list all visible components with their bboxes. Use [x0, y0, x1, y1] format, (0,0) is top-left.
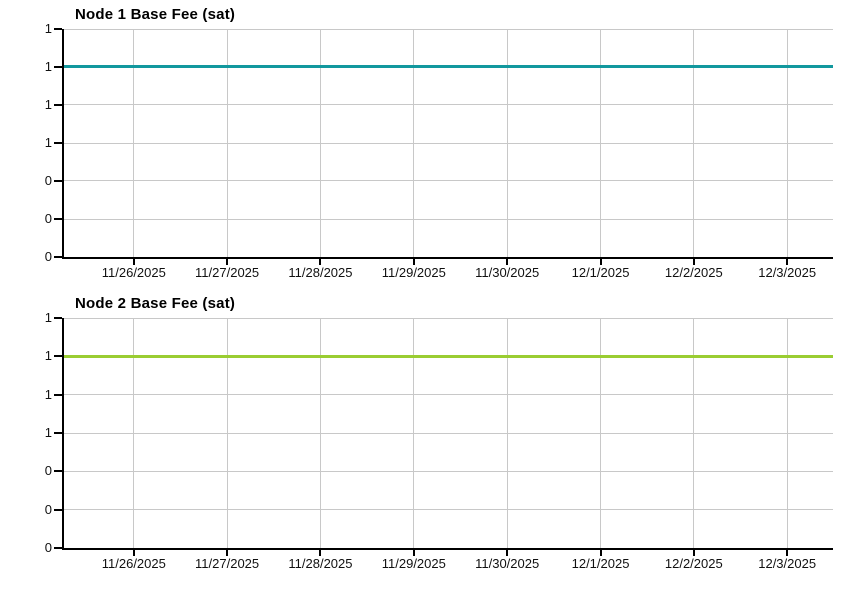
gridline-horizontal: [64, 432, 833, 434]
plot-area: 1 1 1 1 0 0 0 11/26/2025 11/27/2025 11/28/2025 11/…: [45, 310, 833, 571]
gridline-vertical: [600, 318, 602, 548]
gridline-vertical: [319, 29, 321, 257]
x-tick-label: 11/27/2025: [195, 265, 260, 280]
gridline-vertical: [413, 318, 415, 548]
y-tick-mark: [54, 547, 62, 549]
y-tick-mark: [54, 218, 62, 220]
y-tick-mark: [54, 355, 62, 358]
x-tick-label: 11/27/2025: [195, 556, 260, 571]
y-tick-label: 1: [44, 96, 52, 112]
chart-node2-base-fee: Node 2 Base Fee (sat) 1 1 1 1 0 0 0 11/26/2025 1…: [0, 290, 860, 580]
y-tick-label: 1: [44, 135, 52, 150]
x-tick-label: 11/29/2025: [381, 265, 446, 280]
gridline-vertical: [133, 318, 135, 548]
y-tick-mark: [54, 256, 62, 258]
gridline-vertical: [506, 29, 508, 257]
series-line: [64, 354, 833, 358]
x-tick-label: 11/26/2025: [101, 265, 166, 280]
gridline-vertical: [693, 29, 695, 257]
gridline-vertical: [226, 29, 228, 257]
x-tick-label: 12/3/2025: [758, 556, 817, 571]
x-tick-label: 12/1/2025: [571, 265, 630, 280]
x-tick-label: 11/28/2025: [288, 556, 353, 571]
gridline-vertical: [319, 318, 321, 548]
y-tick-mark: [54, 28, 62, 30]
x-tick-label: 12/1/2025: [571, 556, 630, 571]
y-tick-label: 0: [44, 172, 52, 188]
y-tick-mark: [54, 432, 62, 434]
y-tick-mark: [54, 65, 62, 68]
gridline-vertical: [786, 29, 788, 257]
gridline-horizontal: [64, 28, 833, 30]
y-tick-label: 1: [44, 425, 52, 440]
gridline-vertical: [226, 318, 228, 548]
chart-title: Node 2 Base Fee (sat): [75, 295, 236, 312]
y-tick-label: 0: [44, 211, 52, 226]
gridline-vertical: [413, 29, 415, 257]
x-tick-label: 11/28/2025: [288, 265, 353, 280]
x-tick-label: 11/30/2025: [475, 265, 540, 280]
x-tick-label: 12/2/2025: [664, 556, 723, 571]
gridline-vertical: [506, 318, 508, 548]
y-tick-label: 1: [44, 21, 52, 36]
x-tick-label: 12/2/2025: [664, 265, 723, 280]
y-tick-label: 0: [44, 540, 52, 555]
y-tick-mark: [54, 317, 62, 319]
chart-title: Node 1 Base Fee (sat): [75, 6, 236, 23]
y-tick-label: 0: [44, 463, 52, 479]
y-tick-label: 1: [44, 348, 52, 364]
y-tick-mark: [54, 508, 62, 511]
y-tick-label: 1: [44, 386, 52, 402]
y-tick-label: 0: [44, 249, 52, 264]
x-tick-label: 11/26/2025: [101, 556, 166, 571]
y-tick-mark: [54, 470, 62, 473]
y-tick-mark: [54, 179, 62, 182]
y-tick-mark: [54, 142, 62, 144]
y-tick-label: 1: [44, 58, 52, 74]
series-line: [64, 65, 833, 69]
gridline-horizontal: [64, 218, 833, 220]
y-tick-label: 0: [44, 501, 52, 517]
gridline-horizontal: [64, 142, 833, 144]
gridline-horizontal: [64, 104, 833, 106]
x-tick-label: 11/29/2025: [381, 556, 446, 571]
x-tick-label: 11/30/2025: [475, 556, 540, 571]
gridline-vertical: [786, 318, 788, 548]
plot-area: 1 1 1 1 0 0 0 11/26/2025 11/27/2025 11/28/2025 11/…: [45, 21, 833, 280]
gridline-vertical: [133, 29, 135, 257]
gridline-vertical: [600, 29, 602, 257]
gridline-horizontal: [64, 180, 833, 182]
gridline-horizontal: [64, 509, 833, 511]
gridline-horizontal: [64, 470, 833, 472]
y-tick-mark: [54, 103, 62, 106]
gridline-horizontal: [64, 317, 833, 319]
gridline-horizontal: [64, 394, 833, 396]
chart-node1-base-fee: Node 1 Base Fee (sat) 1 1 1 1 0 0 0 11/26/2025 1…: [0, 0, 860, 290]
y-tick-label: 1: [44, 310, 52, 325]
gridline-vertical: [693, 318, 695, 548]
x-tick-label: 12/3/2025: [758, 265, 817, 280]
y-tick-mark: [54, 393, 62, 396]
